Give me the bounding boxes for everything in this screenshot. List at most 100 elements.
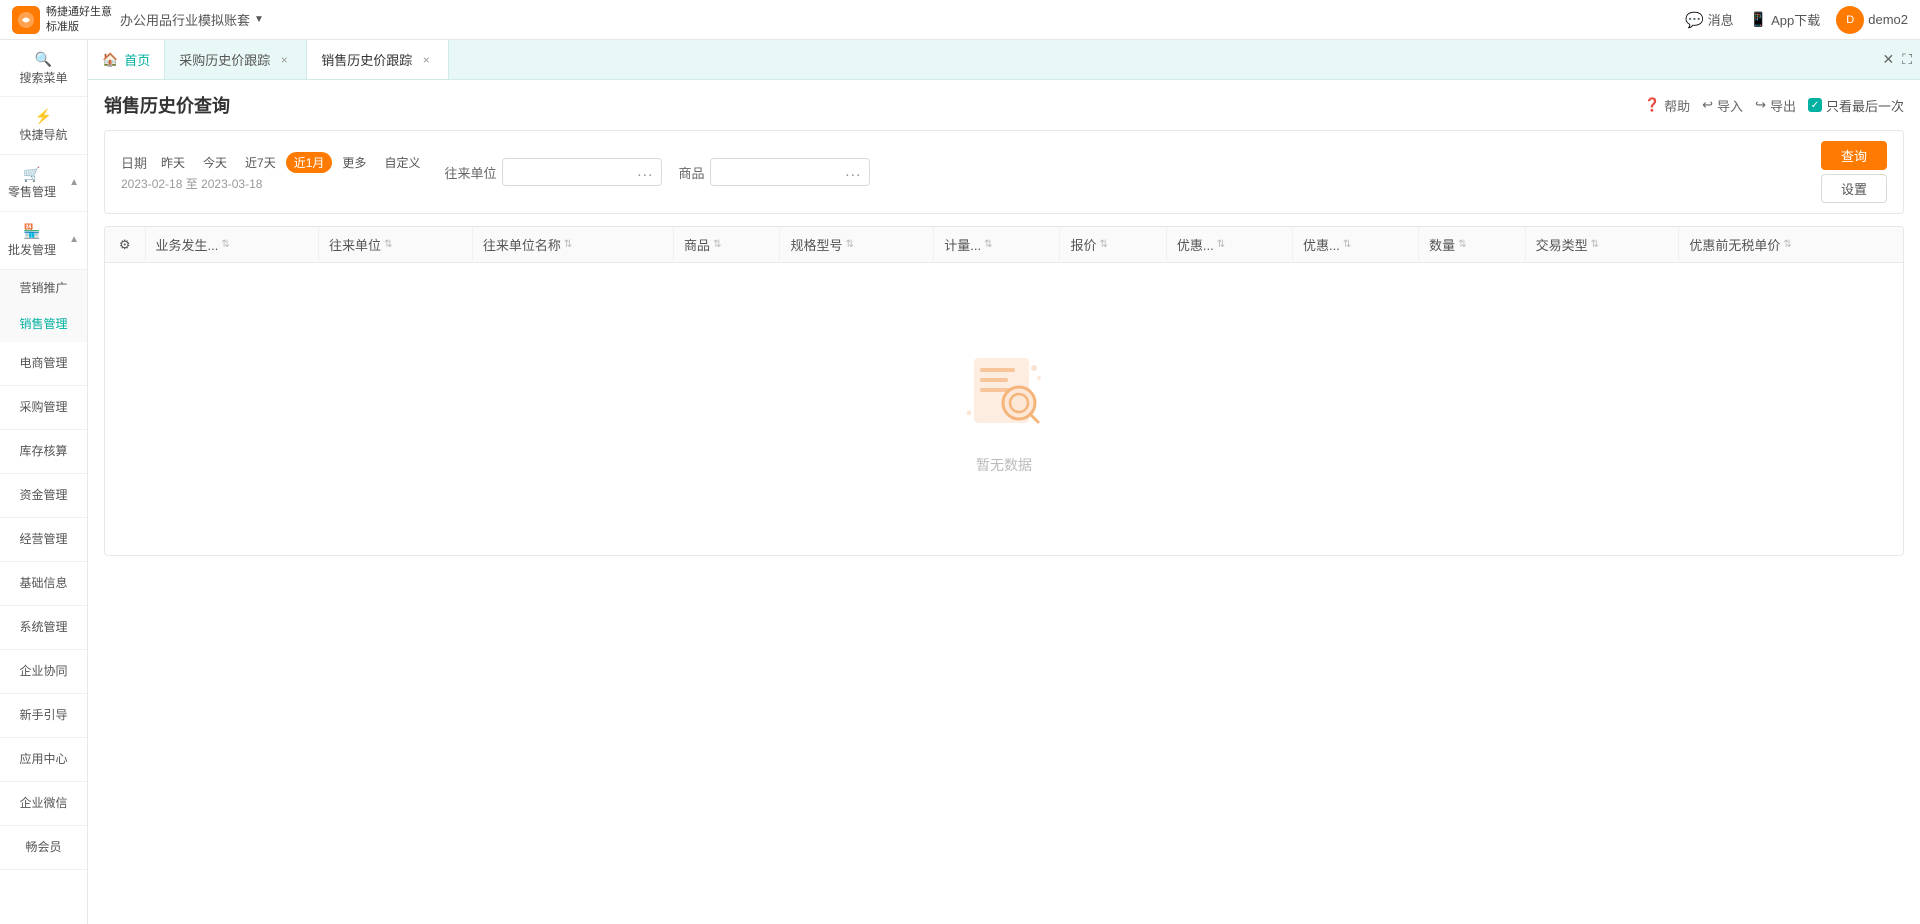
help-icon: ❓ — [1644, 97, 1660, 113]
sort-icon-5: ⇅ — [845, 239, 853, 250]
tab-bar-right: ✕ ⛶ — [1874, 51, 1920, 68]
table-col-pretax-price[interactable]: 优惠前无税单价⇅ — [1679, 227, 1903, 263]
table-col-partner-name[interactable]: 往来单位名称⇅ — [472, 227, 673, 263]
search-icon: 🔍 — [35, 50, 52, 70]
sidebar-item-purchase[interactable]: 采购管理 — [0, 386, 87, 430]
sidebar-item-operations[interactable]: 经营管理 — [0, 518, 87, 562]
tab-purchase-history[interactable]: 采购历史价跟踪 × — [165, 40, 307, 80]
empty-text: 暂无数据 — [976, 455, 1032, 475]
table-col-trade-type[interactable]: 交易类型⇅ — [1525, 227, 1679, 263]
product-input-dots: ... — [845, 163, 861, 181]
date-range-text: 2023-02-18 至 2023-03-18 — [121, 175, 428, 192]
app-selector[interactable]: 办公用品行业模拟账套 ▼ — [120, 10, 264, 29]
home-icon: 🏠 — [102, 52, 118, 68]
sidebar-item-ecommerce[interactable]: 电商管理 — [0, 342, 87, 386]
sort-icon-3: ⇅ — [564, 239, 572, 250]
sort-icon-6: ⇅ — [984, 239, 992, 250]
sort-icon-2: ⇅ — [384, 239, 392, 250]
table-col-settings[interactable]: ⚙ — [105, 227, 145, 263]
avatar: D — [1836, 6, 1864, 34]
sort-icon-12: ⇅ — [1783, 239, 1791, 250]
sidebar-item-enterprise[interactable]: 企业协同 — [0, 650, 87, 694]
sidebar-item-retail[interactable]: 🛒 零售管理 ▲ — [0, 155, 87, 212]
sort-icon: ⇅ — [221, 239, 229, 250]
page-title-actions: ❓ 帮助 ↩ 导入 ↪ 导出 ✓ 只看最后一次 — [1644, 96, 1904, 115]
filter-area: 日期 昨天 今天 近7天 近1月 更多 自定义 2023-02-18 至 202… — [104, 130, 1904, 214]
empty-illustration — [954, 343, 1054, 443]
table-container: ⚙ 业务发生...⇅ 往来单位⇅ 往来单位名称⇅ — [104, 226, 1904, 556]
content-area: 🏠 首页 采购历史价跟踪 × 销售历史价跟踪 × ✕ ⛶ 销售历史价查询 — [88, 40, 1920, 924]
sidebar-item-search[interactable]: 🔍 搜索菜单 — [0, 40, 87, 97]
only-last-checkbox-label[interactable]: ✓ 只看最后一次 — [1808, 96, 1904, 115]
page-title-row: 销售历史价查询 ❓ 帮助 ↩ 导入 ↪ 导出 — [104, 92, 1904, 118]
product-input[interactable]: ... — [710, 158, 870, 186]
search-button[interactable]: 查询 — [1821, 141, 1887, 170]
top-header: 畅捷通好生意 标准版 办公用品行业模拟账套 ▼ 💬 消息 📱 App下载 D d… — [0, 0, 1920, 40]
sidebar-item-apps[interactable]: 应用中心 — [0, 738, 87, 782]
import-button[interactable]: ↩ 导入 — [1702, 96, 1743, 115]
logo-text: 畅捷通好生意 标准版 — [46, 5, 112, 34]
date-btn-last7[interactable]: 近7天 — [237, 152, 284, 173]
date-btn-yesterday[interactable]: 昨天 — [153, 152, 193, 173]
window-close-button[interactable]: ✕ — [1882, 51, 1894, 68]
date-btn-today[interactable]: 今天 — [195, 152, 235, 173]
sidebar-item-wholesale[interactable]: 🏪 批发管理 ▲ — [0, 212, 87, 269]
filter-product-group: 商品 ... — [678, 158, 870, 186]
table-col-discount1[interactable]: 优惠...⇅ — [1166, 227, 1292, 263]
date-btn-more[interactable]: 更多 — [334, 152, 374, 173]
app-download-action[interactable]: 📱 App下载 — [1750, 10, 1821, 29]
partner-input[interactable]: ... — [502, 158, 662, 186]
header-right: 💬 消息 📱 App下载 D demo2 — [1685, 6, 1908, 34]
logo-area: 畅捷通好生意 标准版 — [12, 5, 112, 34]
message-action[interactable]: 💬 消息 — [1685, 10, 1734, 29]
tab-sales-close-button[interactable]: × — [418, 52, 434, 68]
table-col-unit[interactable]: 计量...⇅ — [934, 227, 1060, 263]
help-button[interactable]: ❓ 帮助 — [1644, 96, 1690, 115]
window-maximize-button[interactable]: ⛶ — [1902, 51, 1912, 68]
tab-bar: 🏠 首页 采购历史价跟踪 × 销售历史价跟踪 × ✕ ⛶ — [88, 40, 1920, 80]
sidebar-item-quick-nav[interactable]: ⚡ 快捷导航 — [0, 97, 87, 154]
only-last-checkbox[interactable]: ✓ — [1808, 98, 1822, 112]
tab-purchase-close-button[interactable]: × — [276, 52, 292, 68]
settings-button[interactable]: 设置 — [1821, 174, 1887, 203]
partner-input-dots: ... — [637, 163, 653, 181]
empty-state: 暂无数据 — [105, 263, 1903, 555]
table-col-quoted-price[interactable]: 报价⇅ — [1060, 227, 1166, 263]
sort-icon-8: ⇅ — [1217, 239, 1225, 250]
date-btn-last1m[interactable]: 近1月 — [286, 152, 333, 173]
table-col-product[interactable]: 商品⇅ — [674, 227, 780, 263]
filter-date-group: 日期 昨天 今天 近7天 近1月 更多 自定义 2023-02-18 至 202… — [121, 152, 428, 192]
sidebar-item-system[interactable]: 系统管理 — [0, 606, 87, 650]
table-col-biz-date[interactable]: 业务发生...⇅ — [145, 227, 319, 263]
chevron-down-icon: ▼ — [254, 14, 264, 25]
table-col-partner-code[interactable]: 往来单位⇅ — [319, 227, 473, 263]
export-icon: ↪ — [1755, 97, 1766, 113]
logo-icon — [12, 6, 40, 34]
sidebar-item-inventory[interactable]: 库存核算 — [0, 430, 87, 474]
sort-icon-7: ⇅ — [1099, 239, 1107, 250]
sidebar: 🔍 搜索菜单 ⚡ 快捷导航 🛒 零售管理 ▲ 🏪 批发管理 ▲ 营销推广 — [0, 40, 88, 924]
date-btn-custom[interactable]: 自定义 — [376, 152, 428, 173]
table-col-spec[interactable]: 规格型号⇅ — [780, 227, 934, 263]
tab-sales-history[interactable]: 销售历史价跟踪 × — [307, 40, 449, 80]
sidebar-item-marketing[interactable]: 营销推广 — [0, 270, 87, 306]
sidebar-item-sales-mgmt[interactable]: 销售管理 — [0, 306, 87, 342]
sidebar-item-guide[interactable]: 新手引导 — [0, 694, 87, 738]
sidebar-item-wechat[interactable]: 企业微信 — [0, 782, 87, 826]
download-icon: 📱 — [1750, 11, 1767, 28]
chevron-up-icon-2: ▲ — [69, 233, 79, 247]
table-col-quantity[interactable]: 数量⇅ — [1419, 227, 1525, 263]
main-layout: 🔍 搜索菜单 ⚡ 快捷导航 🛒 零售管理 ▲ 🏪 批发管理 ▲ 营销推广 — [0, 40, 1920, 924]
table-col-discount2[interactable]: 优惠...⇅ — [1293, 227, 1419, 263]
nav-icon: ⚡ — [35, 107, 52, 127]
chevron-up-icon: ▲ — [69, 176, 79, 190]
sidebar-item-member[interactable]: 畅会员 — [0, 826, 87, 870]
tab-home[interactable]: 🏠 首页 — [88, 40, 165, 80]
sidebar-item-finance[interactable]: 资金管理 — [0, 474, 87, 518]
gear-icon: ⚙ — [119, 237, 131, 252]
export-button[interactable]: ↪ 导出 — [1755, 96, 1796, 115]
results-table: ⚙ 业务发生...⇅ 往来单位⇅ 往来单位名称⇅ — [105, 227, 1903, 555]
user-action[interactable]: D demo2 — [1836, 6, 1908, 34]
sidebar-item-basic-info[interactable]: 基础信息 — [0, 562, 87, 606]
sort-icon-10: ⇅ — [1458, 239, 1466, 250]
